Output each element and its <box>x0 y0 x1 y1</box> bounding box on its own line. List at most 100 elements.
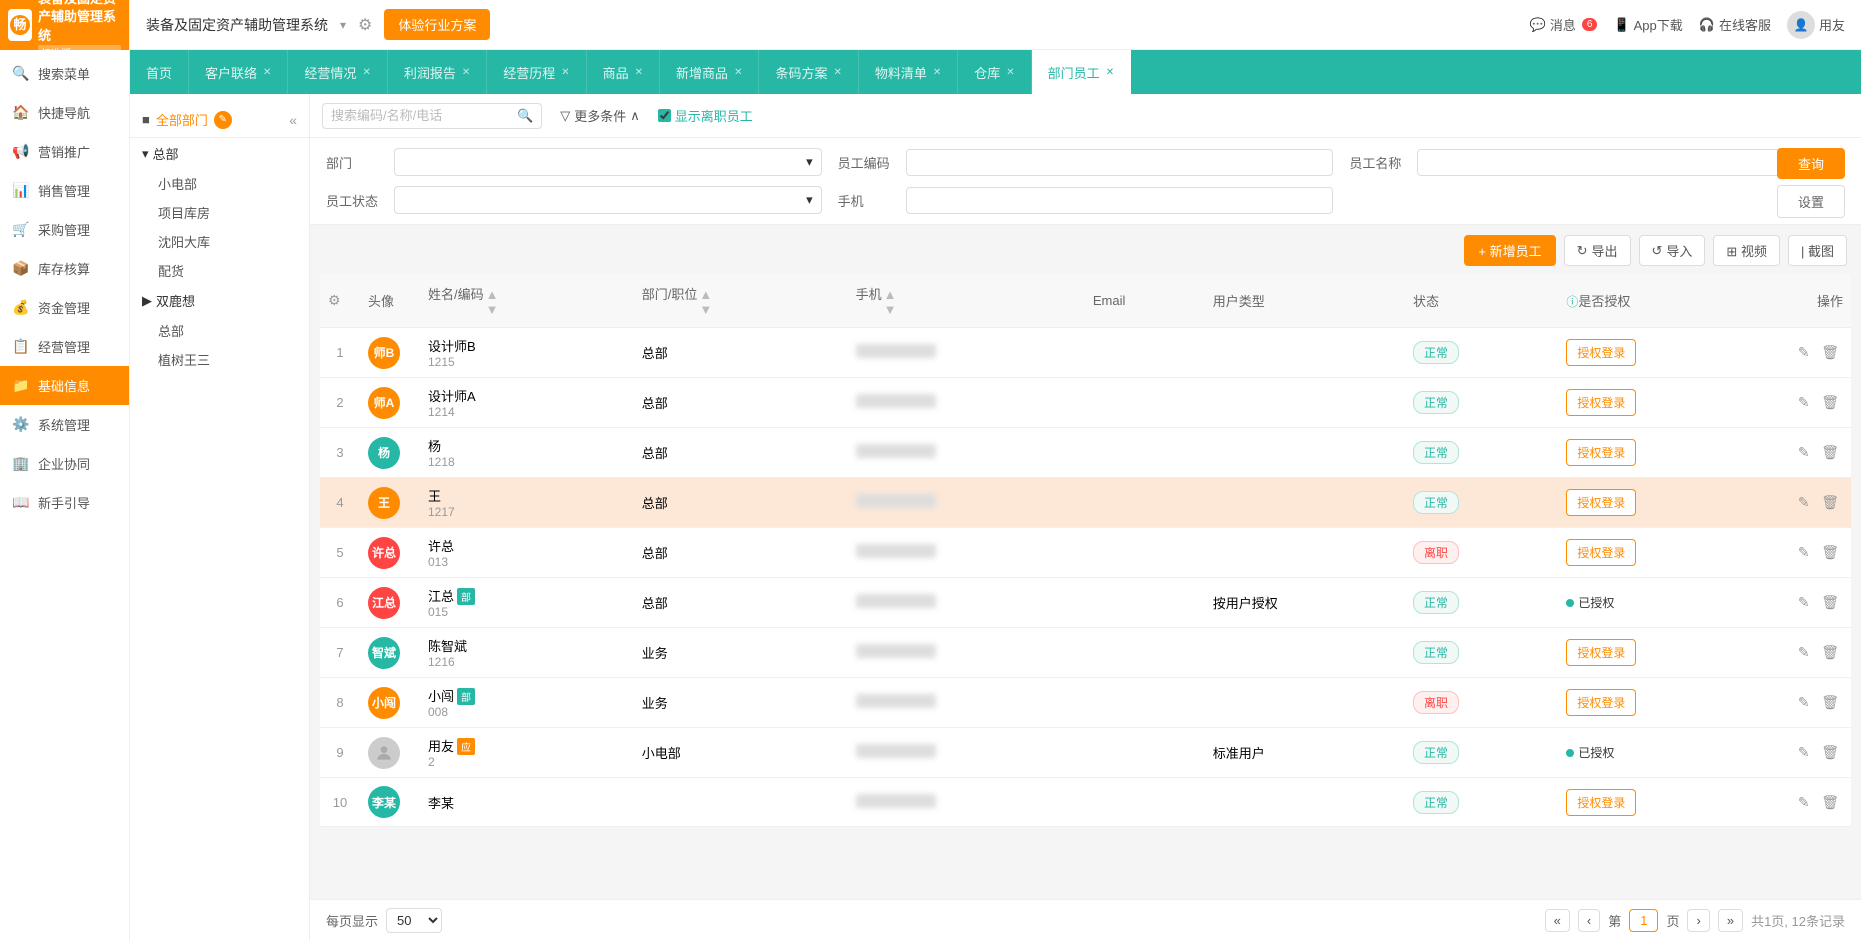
tree-leaf-head[interactable]: 总部 <box>130 316 309 345</box>
tab-warehouse[interactable]: 仓库✕ <box>958 50 1031 94</box>
edit-dept-button[interactable]: ✎ <box>214 111 232 129</box>
collapse-icon[interactable]: « <box>289 112 297 128</box>
edit-button[interactable]: ✎ <box>1794 442 1814 463</box>
message-button[interactable]: 💬 消息 6 <box>1530 15 1598 34</box>
sidebar-item-purchase[interactable]: 🛒 采购管理 <box>0 210 129 249</box>
app-download-button[interactable]: 📱 App下载 <box>1613 15 1682 34</box>
export-button[interactable]: ↻ 导出 <box>1564 235 1631 266</box>
close-icon[interactable]: ✕ <box>561 67 569 78</box>
phone-input[interactable] <box>906 187 1334 214</box>
emp-code-input[interactable] <box>906 149 1334 176</box>
authorize-button[interactable]: 授权登录 <box>1566 439 1636 466</box>
tab-home[interactable]: 首页 <box>130 50 189 94</box>
show-resigned-checkbox[interactable] <box>658 109 671 122</box>
show-resigned-toggle[interactable]: 显示离职员工 <box>658 106 753 125</box>
last-page-button[interactable]: » <box>1718 909 1743 932</box>
edit-button[interactable]: ✎ <box>1794 792 1814 813</box>
tab-profit[interactable]: 利润报告✕ <box>388 50 487 94</box>
settings-icon[interactable]: ⚙ <box>328 292 341 308</box>
trial-button[interactable]: 体验行业方案 <box>384 9 490 40</box>
delete-button[interactable]: 🗑 <box>1817 592 1843 613</box>
edit-button[interactable]: ✎ <box>1794 392 1814 413</box>
delete-button[interactable]: 🗑 <box>1817 642 1843 663</box>
tree-child-small-elec[interactable]: 小电部 <box>130 169 309 198</box>
edit-button[interactable]: ✎ <box>1794 342 1814 363</box>
delete-button[interactable]: 🗑 <box>1817 742 1843 763</box>
delete-button[interactable]: 🗑 <box>1817 792 1843 813</box>
sidebar-item-basic[interactable]: 📁 基础信息 <box>0 366 129 405</box>
dept-filter-select[interactable]: ▾ <box>394 148 822 176</box>
sort-icon[interactable]: ▲▼ <box>486 287 499 317</box>
page-size-select[interactable]: 50 100 <box>386 908 442 933</box>
tab-barcode[interactable]: 条码方案✕ <box>759 50 858 94</box>
sidebar-item-marketing[interactable]: 📢 营销推广 <box>0 132 129 171</box>
next-page-button[interactable]: › <box>1687 909 1709 932</box>
add-employee-button[interactable]: + 新增员工 <box>1464 235 1555 266</box>
edit-button[interactable]: ✎ <box>1794 642 1814 663</box>
close-icon[interactable]: ✕ <box>1106 67 1114 78</box>
tab-operation[interactable]: 经营情况✕ <box>288 50 387 94</box>
sidebar-item-finance[interactable]: 💰 资金管理 <box>0 288 129 327</box>
tab-goods[interactable]: 商品✕ <box>587 50 660 94</box>
online-service-button[interactable]: 🎧 在线客服 <box>1699 15 1771 34</box>
sidebar-item-guide[interactable]: 📖 新手引导 <box>0 483 129 522</box>
sidebar-item-search[interactable]: 🔍 搜索菜单 <box>0 54 129 93</box>
sort-icon[interactable]: ▲▼ <box>699 287 712 317</box>
sidebar-item-sales[interactable]: 📊 销售管理 <box>0 171 129 210</box>
tab-history[interactable]: 经营历程✕ <box>487 50 586 94</box>
set-button[interactable]: 设置 <box>1777 185 1845 218</box>
sidebar-item-operation[interactable]: 📋 经营管理 <box>0 327 129 366</box>
edit-button[interactable]: ✎ <box>1794 542 1814 563</box>
edit-button[interactable]: ✎ <box>1794 692 1814 713</box>
tree-child-project[interactable]: 项目库房 <box>130 198 309 227</box>
delete-button[interactable]: 🗑 <box>1817 342 1843 363</box>
tree-group-label[interactable]: ▾ 总部 <box>130 138 309 169</box>
status-filter-select[interactable]: ▾ <box>394 186 822 214</box>
sort-icon[interactable]: ▲▼ <box>884 287 897 317</box>
import-button[interactable]: ↺ 导入 <box>1639 235 1706 266</box>
settings-icon[interactable]: ⚙ <box>358 15 372 35</box>
dropdown-arrow-icon[interactable]: ▾ <box>340 18 346 32</box>
more-filter-button[interactable]: ▽ 更多条件 ∧ <box>552 102 648 129</box>
authorize-button[interactable]: 授权登录 <box>1566 389 1636 416</box>
delete-button[interactable]: 🗑 <box>1817 392 1843 413</box>
close-icon[interactable]: ✕ <box>933 67 941 78</box>
close-icon[interactable]: ✕ <box>734 67 742 78</box>
prev-page-button[interactable]: ‹ <box>1578 909 1600 932</box>
authorize-button[interactable]: 授权登录 <box>1566 639 1636 666</box>
close-icon[interactable]: ✕ <box>635 67 643 78</box>
query-button[interactable]: 查询 <box>1777 148 1845 179</box>
authorize-button[interactable]: 授权登录 <box>1566 689 1636 716</box>
authorize-button[interactable]: 授权登录 <box>1566 339 1636 366</box>
edit-button[interactable]: ✎ <box>1794 592 1814 613</box>
user-menu[interactable]: 👤 用友 <box>1787 11 1845 39</box>
search-input[interactable] <box>331 108 511 123</box>
tree-child-distribution[interactable]: 配货 <box>130 256 309 285</box>
delete-button[interactable]: 🗑 <box>1817 542 1843 563</box>
close-icon[interactable]: ✕ <box>1006 67 1014 78</box>
authorize-button[interactable]: 授权登录 <box>1566 489 1636 516</box>
close-icon[interactable]: ✕ <box>362 67 370 78</box>
sidebar-item-company[interactable]: 🏢 企业协同 <box>0 444 129 483</box>
tab-employee[interactable]: 部门员工✕ <box>1032 50 1131 94</box>
close-icon[interactable]: ✕ <box>263 67 271 78</box>
more-button[interactable]: | 截图 <box>1788 235 1847 266</box>
first-page-button[interactable]: « <box>1545 909 1570 932</box>
tab-bom[interactable]: 物料清单✕ <box>859 50 958 94</box>
tree-leaf-zhishu[interactable]: 植树王三 <box>130 345 309 374</box>
tab-new-goods[interactable]: 新增商品✕ <box>660 50 759 94</box>
sidebar-item-inventory[interactable]: 📦 库存核算 <box>0 249 129 288</box>
tree-group-label[interactable]: ▶ 双鹿想 <box>130 285 309 316</box>
authorize-button[interactable]: 授权登录 <box>1566 539 1636 566</box>
delete-button[interactable]: 🗑 <box>1817 692 1843 713</box>
tree-child-shenyang[interactable]: 沈阳大库 <box>130 227 309 256</box>
close-icon[interactable]: ✕ <box>462 67 470 78</box>
delete-button[interactable]: 🗑 <box>1817 492 1843 513</box>
sidebar-item-shortcut[interactable]: 🏠 快捷导航 <box>0 93 129 132</box>
edit-button[interactable]: ✎ <box>1794 492 1814 513</box>
search-icon[interactable]: 🔍 <box>517 108 533 124</box>
sidebar-item-system[interactable]: ⚙️ 系统管理 <box>0 405 129 444</box>
close-icon[interactable]: ✕ <box>833 67 841 78</box>
tab-customer[interactable]: 客户联络✕ <box>189 50 288 94</box>
delete-button[interactable]: 🗑 <box>1817 442 1843 463</box>
